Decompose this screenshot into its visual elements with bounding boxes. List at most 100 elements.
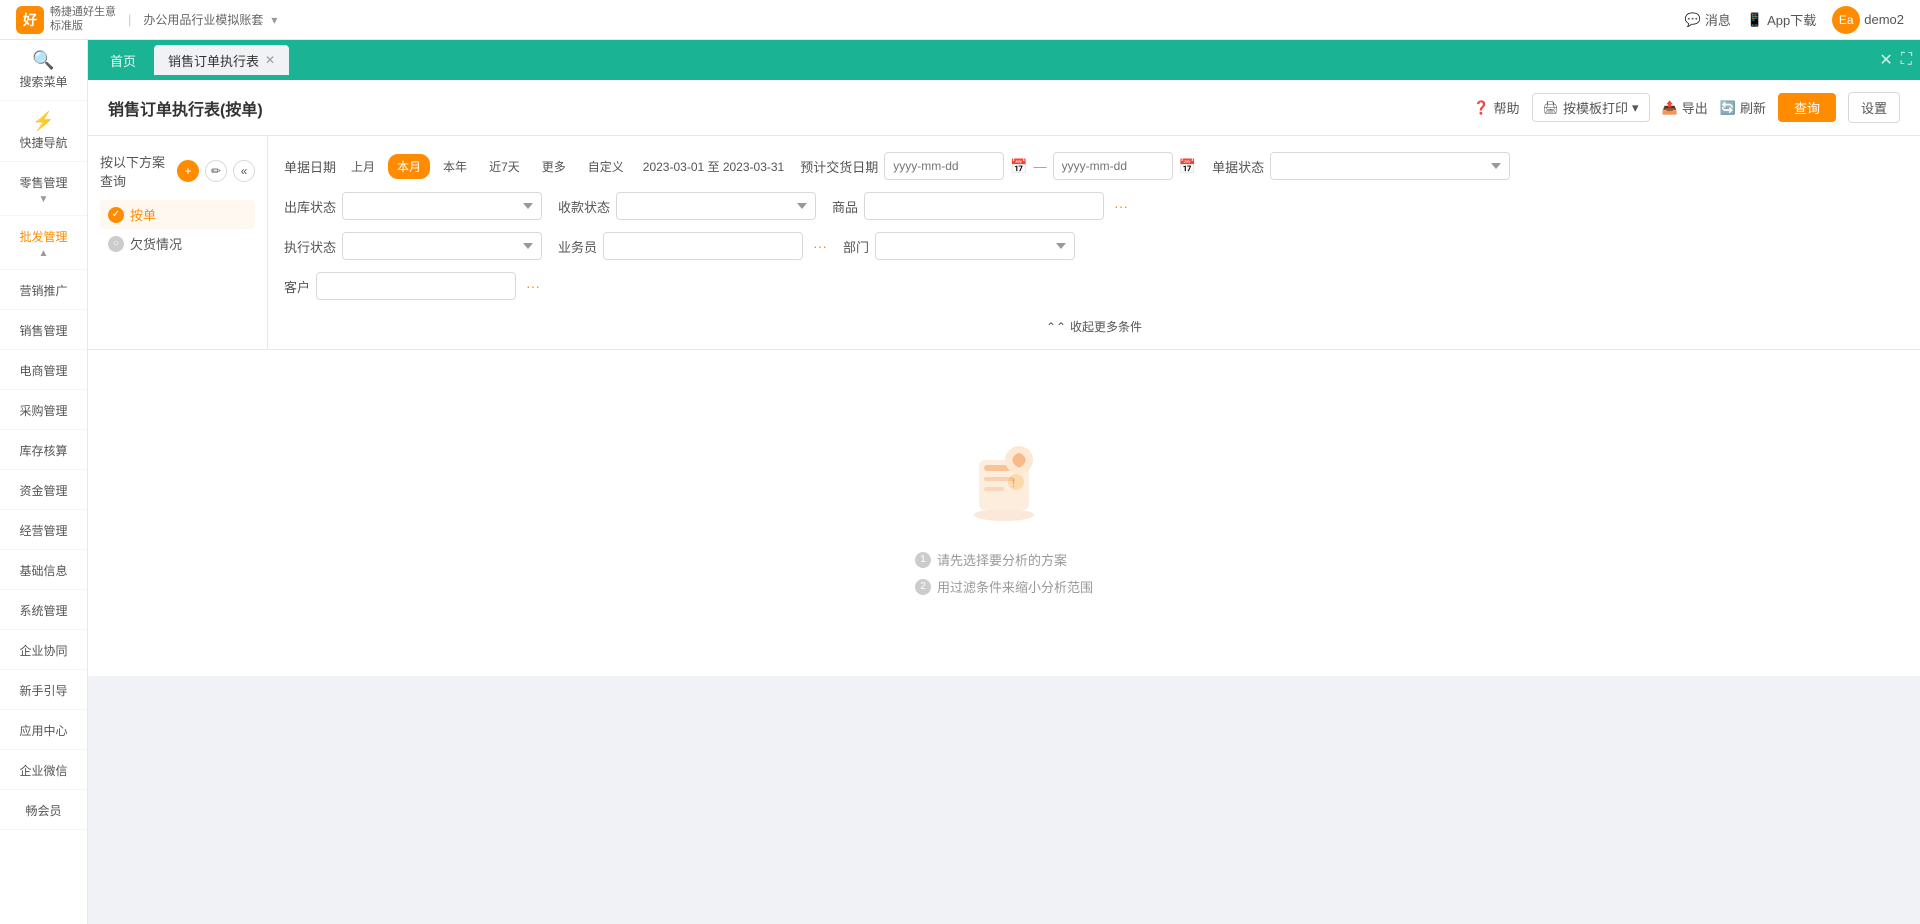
user-menu[interactable]: Ea demo2 — [1832, 6, 1904, 34]
shipment-select[interactable] — [342, 192, 542, 220]
filter-expected-date: 预计交货日期 📅 — 📅 — [800, 152, 1196, 180]
breadcrumb: 办公用品行业模拟账套 — [143, 11, 263, 28]
calendar-icon-end[interactable]: 📅 — [1179, 158, 1196, 175]
message-icon: 💬 — [1685, 12, 1701, 28]
empty-tip-1: 1 请先选择要分析的方案 — [915, 550, 1093, 569]
content-area: 首页 销售订单执行表 ✕ ✕ ⛶ 销售订单执行表(按单) ❓ 帮助 — [88, 40, 1920, 924]
search-button[interactable]: 查询 — [1778, 93, 1836, 122]
main-layout: 🔍 搜索菜单 ⚡ 快捷导航 零售管理 ▼ 批发管理 ▲ 营销推广 销售管理 电商… — [0, 40, 1920, 924]
sidebar-item-quick-nav[interactable]: ⚡ 快捷导航 — [0, 101, 87, 162]
filter-payment: 收款状态 — [558, 192, 816, 220]
calendar-icon-start[interactable]: 📅 — [1010, 158, 1027, 175]
sidebar: 🔍 搜索菜单 ⚡ 快捷导航 零售管理 ▼ 批发管理 ▲ 营销推广 销售管理 电商… — [0, 40, 88, 924]
add-scheme-button[interactable]: + — [177, 160, 199, 182]
sidebar-item-retail[interactable]: 零售管理 ▼ — [0, 162, 87, 216]
sidebar-item-member[interactable]: 畅会员 — [0, 790, 87, 830]
expected-date-start[interactable] — [884, 152, 1004, 180]
sidebar-item-marketing[interactable]: 营销推广 — [0, 270, 87, 310]
scheme-option-order[interactable]: ✓ 按单 — [100, 200, 255, 229]
date-range-display: 2023-03-01 至 2023-03-31 — [643, 158, 784, 175]
status-label: 单据状态 — [1212, 157, 1264, 176]
empty-tips: 1 请先选择要分析的方案 2 用过滤条件来缩小分析范围 — [915, 550, 1093, 596]
help-icon: ❓ — [1473, 100, 1489, 116]
home-tab-label: 首页 — [110, 51, 136, 70]
date-btn-last-month[interactable]: 上月 — [342, 154, 384, 179]
tip-num-2: 2 — [915, 579, 931, 595]
help-button[interactable]: ❓ 帮助 — [1473, 98, 1519, 117]
date-btn-this-month[interactable]: 本月 — [388, 154, 430, 179]
filter-actions: + ✏ « — [177, 160, 255, 182]
sidebar-item-wechat[interactable]: 企业微信 — [0, 750, 87, 790]
sidebar-item-appstore[interactable]: 应用中心 — [0, 710, 87, 750]
date-btn-custom[interactable]: 自定义 — [579, 154, 633, 179]
sidebar-item-purchase[interactable]: 采购管理 — [0, 390, 87, 430]
edit-scheme-button[interactable]: ✏ — [205, 160, 227, 182]
sidebar-item-operations[interactable]: 经营管理 — [0, 510, 87, 550]
export-button[interactable]: 📤 导出 — [1662, 98, 1708, 117]
department-select[interactable] — [875, 232, 1075, 260]
refresh-button[interactable]: 🔄 刷新 — [1720, 98, 1766, 117]
sidebar-item-inventory[interactable]: 库存核算 — [0, 430, 87, 470]
maximize-icon[interactable]: ⛶ — [1901, 51, 1912, 69]
close-icon[interactable]: ✕ — [265, 53, 275, 67]
order-icon: ✓ — [108, 207, 124, 223]
sidebar-item-newbie[interactable]: 新手引导 — [0, 670, 87, 710]
logo-text: 畅捷通好生意 标准版 — [50, 6, 116, 32]
execution-label: 执行状态 — [284, 237, 336, 256]
goods-label: 商品 — [832, 197, 858, 216]
filter-scheme-label: 按以下方案查询 + ✏ « — [100, 152, 255, 190]
sidebar-item-enterprise[interactable]: 企业协同 — [0, 630, 87, 670]
sales-order-tab-label: 销售订单执行表 — [168, 51, 259, 70]
filter-execution: 执行状态 — [284, 232, 542, 260]
sidebar-item-ecommerce[interactable]: 电商管理 — [0, 350, 87, 390]
app-download-button[interactable]: 📱 App下载 — [1747, 10, 1816, 29]
salesperson-more-icon[interactable]: ··· — [813, 238, 827, 254]
print-icon: 🖨 — [1543, 100, 1560, 116]
salesperson-label: 业务员 — [558, 237, 597, 256]
filter-panel: 按以下方案查询 + ✏ « ✓ 按单 ○ 欠货情况 — [88, 136, 1920, 350]
settings-button[interactable]: 设置 — [1848, 92, 1900, 123]
download-icon: 📱 — [1747, 12, 1763, 28]
sidebar-item-system[interactable]: 系统管理 — [0, 590, 87, 630]
breadcrumb-arrow-icon[interactable]: ▾ — [271, 13, 277, 27]
date-btn-7days[interactable]: 近7天 — [480, 154, 529, 179]
export-icon: 📤 — [1662, 100, 1678, 116]
department-label: 部门 — [843, 237, 869, 256]
sidebar-item-finance[interactable]: 资金管理 — [0, 470, 87, 510]
filter-right: 单据日期 上月 本月 本年 近7天 更多 自定义 2023-03-01 至 20… — [268, 136, 1920, 349]
print-dropdown-icon: ▾ — [1632, 100, 1639, 116]
filter-row-2: 出库状态 收款状态 商品 — [284, 192, 1904, 220]
svg-text:!: ! — [1012, 476, 1015, 490]
expected-date-end[interactable] — [1053, 152, 1173, 180]
minimize-icon[interactable]: ✕ — [1879, 50, 1892, 70]
print-button[interactable]: 🖨 按模板打印 ▾ — [1532, 93, 1650, 122]
tab-sales-order[interactable]: 销售订单执行表 ✕ — [154, 45, 289, 75]
goods-input[interactable] — [864, 192, 1104, 220]
collapse-scheme-button[interactable]: « — [233, 160, 255, 182]
salesperson-input[interactable] — [603, 232, 803, 260]
filter-row-1: 单据日期 上月 本月 本年 近7天 更多 自定义 2023-03-01 至 20… — [284, 152, 1904, 180]
logo-icon: 好 — [16, 6, 44, 34]
sidebar-item-search[interactable]: 🔍 搜索菜单 — [0, 40, 87, 101]
goods-more-icon[interactable]: ··· — [1114, 198, 1128, 214]
scheme-option-debt[interactable]: ○ 欠货情况 — [100, 229, 255, 258]
top-bar-left: 好 畅捷通好生意 标准版 | 办公用品行业模拟账套 ▾ — [16, 6, 277, 34]
date-btn-more[interactable]: 更多 — [533, 154, 575, 179]
payment-select[interactable] — [616, 192, 816, 220]
chevron-down-icon: ▼ — [39, 194, 49, 205]
execution-select[interactable] — [342, 232, 542, 260]
customer-input[interactable] — [316, 272, 516, 300]
sidebar-item-basic[interactable]: 基础信息 — [0, 550, 87, 590]
customer-label: 客户 — [284, 277, 310, 296]
filter-salesperson: 业务员 ··· — [558, 232, 827, 260]
status-select[interactable] — [1270, 152, 1510, 180]
empty-illustration: ! — [954, 430, 1054, 530]
collapse-bar[interactable]: ⌃⌃ 收起更多条件 — [284, 312, 1904, 341]
sidebar-item-wholesale[interactable]: 批发管理 ▲ — [0, 216, 87, 270]
sidebar-item-sales[interactable]: 销售管理 — [0, 310, 87, 350]
top-bar-right: 💬 消息 📱 App下载 Ea demo2 — [1685, 6, 1904, 34]
date-btn-this-year[interactable]: 本年 — [434, 154, 476, 179]
customer-more-icon[interactable]: ··· — [526, 278, 540, 294]
messages-button[interactable]: 💬 消息 — [1685, 10, 1731, 29]
tab-home[interactable]: 首页 — [96, 45, 150, 75]
